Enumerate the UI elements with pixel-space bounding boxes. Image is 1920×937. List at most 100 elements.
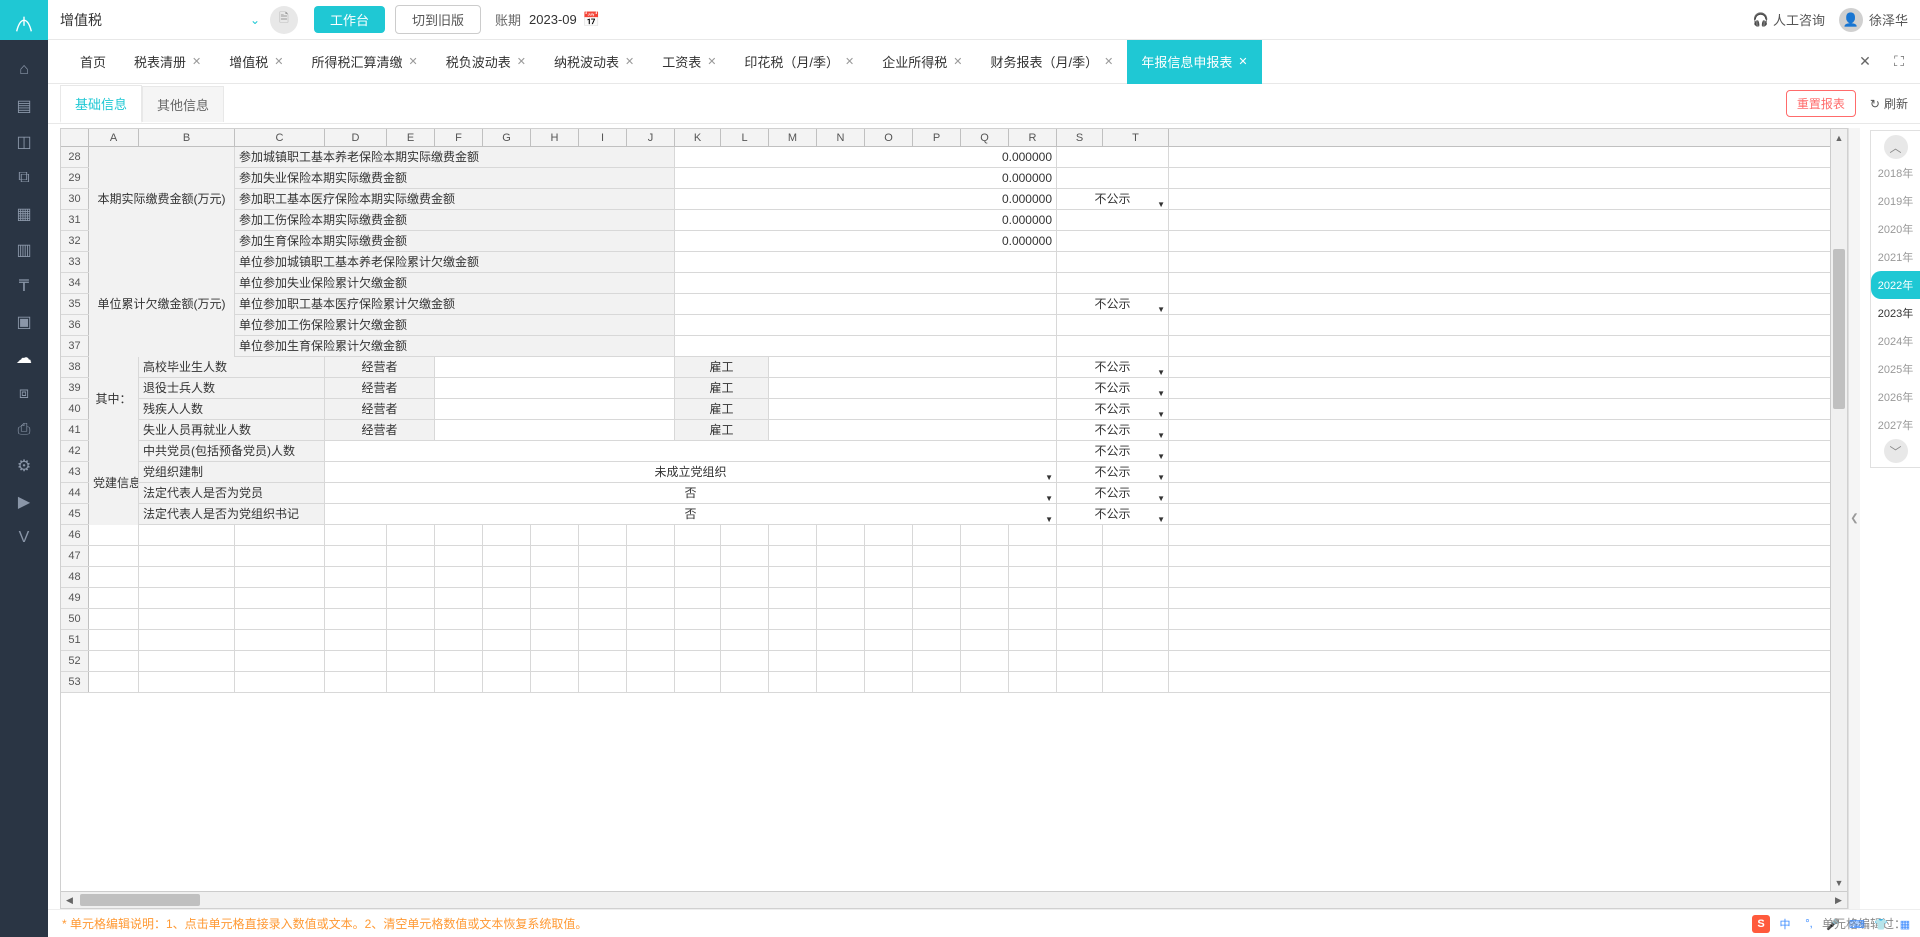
cell[interactable] xyxy=(1009,588,1057,608)
cell[interactable] xyxy=(235,630,325,650)
expand-tabs-icon[interactable]: ⛶ xyxy=(1886,49,1912,75)
cell[interactable] xyxy=(579,672,627,692)
col-header[interactable]: Q xyxy=(961,129,1009,146)
row-header[interactable]: 47 xyxy=(61,546,89,566)
cell[interactable] xyxy=(675,588,721,608)
cell[interactable] xyxy=(483,546,531,566)
cell[interactable] xyxy=(769,588,817,608)
cell[interactable] xyxy=(139,567,235,587)
cell[interactable] xyxy=(325,672,387,692)
col-header[interactable]: L xyxy=(721,129,769,146)
cell[interactable] xyxy=(1103,588,1169,608)
cell[interactable] xyxy=(769,525,817,545)
cell[interactable] xyxy=(865,672,913,692)
cell[interactable]: 不公示 xyxy=(1057,504,1169,524)
year-option[interactable]: 2023年 xyxy=(1871,299,1920,327)
nav-bag-icon[interactable]: ⧉ xyxy=(0,160,48,196)
col-header[interactable]: B xyxy=(139,129,235,146)
cell[interactable] xyxy=(769,378,1057,398)
ime-skin-icon[interactable]: 👕 xyxy=(1872,915,1890,933)
company-selector[interactable]: 增值税 ⌄ xyxy=(60,10,260,30)
nav-doc-icon[interactable]: ▤ xyxy=(0,88,48,124)
cell[interactable] xyxy=(769,651,817,671)
cell[interactable]: 不公示 xyxy=(1057,399,1169,419)
cell[interactable] xyxy=(817,609,865,629)
cell[interactable] xyxy=(675,546,721,566)
cell[interactable] xyxy=(721,546,769,566)
close-icon[interactable]: ✕ xyxy=(707,55,716,68)
support-link[interactable]: 🎧 人工咨询 xyxy=(1753,10,1825,29)
cell[interactable] xyxy=(1057,672,1103,692)
cell[interactable] xyxy=(913,630,961,650)
row-header[interactable]: 42 xyxy=(61,441,89,461)
cell[interactable] xyxy=(1057,609,1103,629)
cell[interactable] xyxy=(1103,525,1169,545)
cell[interactable] xyxy=(769,420,1057,440)
cell[interactable]: 不公示 xyxy=(1057,252,1169,357)
close-icon[interactable]: ✕ xyxy=(192,55,201,68)
scroll-up-icon[interactable]: ▲ xyxy=(1831,129,1847,146)
ime-tool-icon[interactable]: ▦ xyxy=(1896,915,1914,933)
nav-video-icon[interactable]: ▶ xyxy=(0,484,48,520)
cell[interactable] xyxy=(387,672,435,692)
col-header[interactable]: M xyxy=(769,129,817,146)
year-option[interactable]: 2021年 xyxy=(1871,243,1920,271)
cell[interactable] xyxy=(531,588,579,608)
row-header[interactable]: 44 xyxy=(61,483,89,503)
cell[interactable] xyxy=(675,294,1057,314)
cell[interactable] xyxy=(435,357,675,377)
year-option[interactable]: 2018年 xyxy=(1871,159,1920,187)
user-menu[interactable]: 👤 徐泽华 xyxy=(1839,8,1908,32)
cell[interactable] xyxy=(235,672,325,692)
reset-report-button[interactable]: 重置报表 xyxy=(1786,90,1856,117)
cell[interactable] xyxy=(913,588,961,608)
cell[interactable] xyxy=(961,630,1009,650)
cell[interactable] xyxy=(89,651,139,671)
cell[interactable] xyxy=(1057,588,1103,608)
cell[interactable]: 不公示 xyxy=(1057,483,1169,503)
cell[interactable] xyxy=(961,546,1009,566)
subtab-基础信息[interactable]: 基础信息 xyxy=(60,85,142,123)
tab-企业所得税[interactable]: 企业所得税✕ xyxy=(868,40,976,84)
cell[interactable] xyxy=(435,630,483,650)
nav-home-icon[interactable]: ⌂ xyxy=(0,52,48,88)
nav-archive-icon[interactable]: ⧈ xyxy=(0,376,48,412)
cell[interactable] xyxy=(1009,672,1057,692)
cell[interactable] xyxy=(675,315,1057,335)
cell[interactable] xyxy=(235,525,325,545)
cell[interactable] xyxy=(627,525,675,545)
cell[interactable] xyxy=(627,672,675,692)
close-all-tabs-icon[interactable]: ✕ xyxy=(1852,49,1878,75)
cell[interactable] xyxy=(139,651,235,671)
year-down-icon[interactable]: ﹀ xyxy=(1884,439,1908,463)
col-header[interactable]: N xyxy=(817,129,865,146)
col-header[interactable]: G xyxy=(483,129,531,146)
year-option[interactable]: 2020年 xyxy=(1871,215,1920,243)
cell[interactable] xyxy=(1103,672,1169,692)
cell[interactable] xyxy=(387,588,435,608)
scroll-left-icon[interactable]: ◀ xyxy=(61,892,78,908)
year-option[interactable]: 2027年 xyxy=(1871,411,1920,439)
cell[interactable] xyxy=(483,567,531,587)
row-header[interactable]: 28 xyxy=(61,147,89,167)
cell[interactable] xyxy=(579,651,627,671)
cell[interactable] xyxy=(531,525,579,545)
cell[interactable] xyxy=(325,651,387,671)
ime-s-icon[interactable]: S xyxy=(1752,915,1770,933)
cell[interactable] xyxy=(1057,630,1103,650)
cell[interactable] xyxy=(865,630,913,650)
cell[interactable] xyxy=(1057,546,1103,566)
cell[interactable] xyxy=(435,588,483,608)
cell[interactable] xyxy=(325,525,387,545)
cell[interactable] xyxy=(675,567,721,587)
cell[interactable] xyxy=(675,336,1057,356)
nav-pay-icon[interactable]: ₸ xyxy=(0,268,48,304)
row-header[interactable]: 46 xyxy=(61,525,89,545)
cell[interactable]: 不公示 xyxy=(1057,462,1169,482)
cell[interactable] xyxy=(435,567,483,587)
cell[interactable] xyxy=(721,651,769,671)
cell[interactable] xyxy=(579,567,627,587)
cell[interactable] xyxy=(675,630,721,650)
cell[interactable] xyxy=(325,609,387,629)
cell[interactable] xyxy=(627,567,675,587)
